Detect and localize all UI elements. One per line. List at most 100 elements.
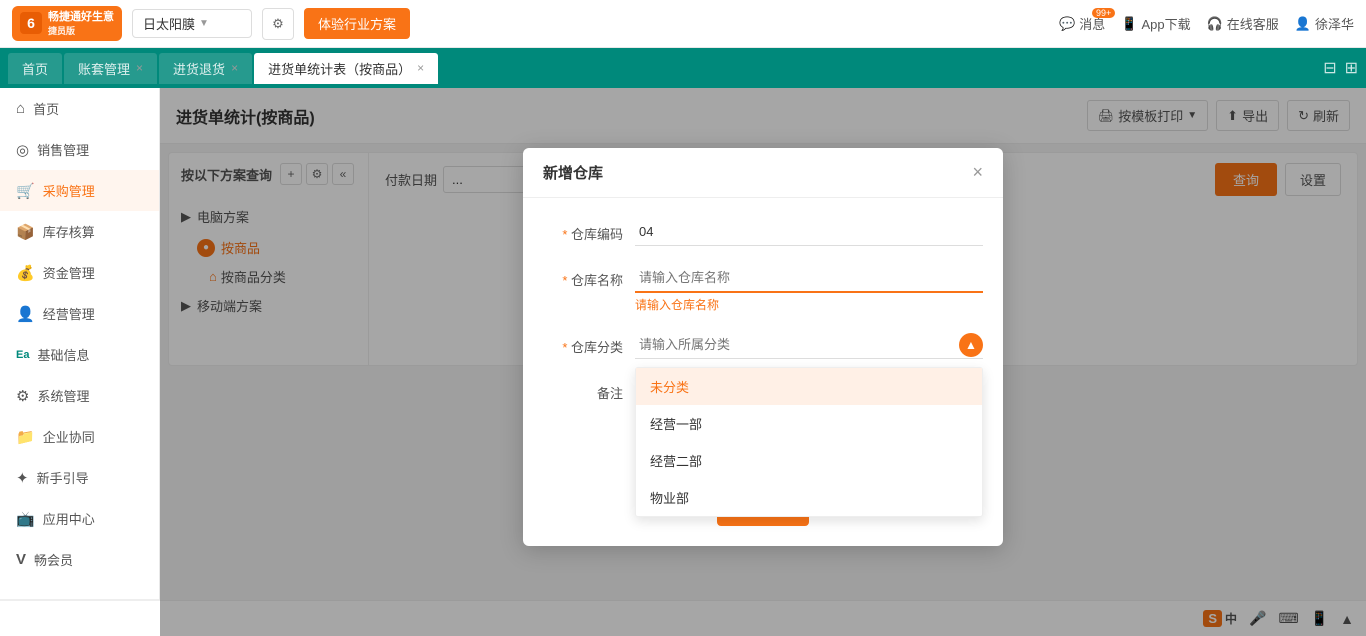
top-bar-right: 💬 消息 99+ 📱 App下载 🎧 在线客服 👤 徐泽华 — [1059, 14, 1354, 33]
dialog-body: 仓库编码 仓库名称 请输入仓库名称 — [523, 198, 1003, 478]
content-area: 进货单统计(按商品) 🖨 按模板打印 ▼ ⬆ 导出 ↻ 刷新 — [160, 88, 1366, 636]
sidebar-item-home-label: 首页 — [33, 99, 59, 118]
basic-icon: Ea — [16, 349, 29, 361]
warehouse-category-row: 仓库分类 ▲ 未分类 经营一部 经营二部 物业部 — [543, 331, 983, 359]
gear-button[interactable]: ⚙ — [262, 8, 294, 40]
sidebar-item-finance[interactable]: 💰 资金管理 — [0, 252, 159, 293]
user-area[interactable]: 👤 徐泽华 — [1295, 14, 1354, 33]
category-dropdown-icon[interactable]: ▲ — [959, 333, 983, 357]
sidebar-item-basic-label: 基础信息 — [37, 345, 89, 364]
tab-accounts-label: 账套管理 — [78, 59, 130, 78]
warehouse-category-label: 仓库分类 — [543, 331, 623, 356]
tab-purchase-stats-label: 进货单统计表（按商品） — [268, 59, 411, 78]
tab-purchase-stats[interactable]: 进货单统计表（按商品） × — [254, 53, 438, 84]
sales-icon: ◎ — [16, 141, 29, 159]
tab-accounts-close-icon[interactable]: × — [136, 61, 143, 75]
inventory-icon: 📦 — [16, 223, 35, 241]
logo: 6 畅捷通好生意 捷员版 — [12, 6, 122, 41]
dialog-title: 新增仓库 — [543, 162, 603, 183]
warehouse-category-input[interactable] — [635, 331, 983, 359]
modal-overlay: 新增仓库 × 仓库编码 仓库名称 — [160, 88, 1366, 636]
sidebar: ⌂ 首页 ◎ 销售管理 🛒 采购管理 📦 库存核算 💰 资金管理 👤 经营管理 … — [0, 88, 160, 636]
system-icon: ⚙ — [16, 387, 29, 405]
sidebar-item-appcenter[interactable]: 📺 应用中心 — [0, 498, 159, 539]
trial-button[interactable]: 体验行业方案 — [304, 8, 410, 39]
warehouse-name-label: 仓库名称 — [543, 264, 623, 289]
notification-badge: 99+ — [1092, 8, 1115, 18]
warehouse-name-row: 仓库名称 请输入仓库名称 — [543, 264, 983, 313]
operations-icon: 👤 — [16, 305, 35, 323]
tab-purchase-return-close-icon[interactable]: × — [231, 61, 238, 75]
warehouse-name-input[interactable] — [635, 264, 983, 293]
sidebar-item-guide-label: 新手引导 — [37, 468, 89, 487]
sidebar-item-purchase-label: 采购管理 — [43, 181, 95, 200]
sidebar-item-operations[interactable]: 👤 经营管理 — [0, 293, 159, 334]
tab-purchase-stats-close-icon[interactable]: × — [417, 61, 424, 75]
chevron-down-icon: ▼ — [199, 18, 209, 29]
finance-icon: 💰 — [16, 264, 35, 282]
bell-icon: 💬 — [1059, 16, 1075, 32]
warehouse-note-label: 备注 — [543, 377, 623, 402]
warehouse-code-input[interactable] — [635, 218, 983, 246]
app-download-label: App下载 — [1141, 14, 1190, 33]
warehouse-code-row: 仓库编码 — [543, 218, 983, 246]
warehouse-code-wrap — [635, 218, 983, 246]
sidebar-item-vip-label: 畅会员 — [34, 550, 73, 569]
logo-sub: 捷员版 — [48, 24, 114, 37]
warehouse-name-wrap: 请输入仓库名称 — [635, 264, 983, 313]
purchase-icon: 🛒 — [16, 182, 35, 200]
dropdown-item-ops1[interactable]: 经营一部 — [636, 405, 982, 442]
sidebar-item-inventory[interactable]: 📦 库存核算 — [0, 211, 159, 252]
user-name: 徐泽华 — [1315, 14, 1354, 33]
sidebar-item-operations-label: 经营管理 — [43, 304, 95, 323]
online-service-label: 在线客服 — [1227, 14, 1279, 33]
logo-icon: 6 — [20, 12, 42, 34]
sidebar-item-guide[interactable]: ✦ 新手引导 — [0, 457, 159, 498]
main-layout: ⌂ 首页 ◎ 销售管理 🛒 采购管理 📦 库存核算 💰 资金管理 👤 经营管理 … — [0, 88, 1366, 636]
sidebar-item-finance-label: 资金管理 — [43, 263, 95, 282]
sidebar-item-system-label: 系统管理 — [37, 386, 89, 405]
dropdown-item-none[interactable]: 未分类 — [636, 368, 982, 405]
tab-bar: 首页 账套管理 × 进货退货 × 进货单统计表（按商品） × ⊟ ⊞ — [0, 48, 1366, 88]
sidebar-item-inventory-label: 库存核算 — [43, 222, 95, 241]
warehouse-code-label: 仓库编码 — [543, 218, 623, 243]
warehouse-category-wrap: ▲ 未分类 经营一部 经营二部 物业部 — [635, 331, 983, 359]
tab-maximize-icon[interactable]: ⊞ — [1345, 58, 1358, 78]
mobile-icon: 📱 — [1121, 16, 1137, 32]
tab-purchase-return[interactable]: 进货退货 × — [159, 53, 252, 84]
sidebar-item-enterprise[interactable]: 📁 企业协同 — [0, 416, 159, 457]
sidebar-item-appcenter-label: 应用中心 — [43, 509, 95, 528]
guide-icon: ✦ — [16, 469, 29, 487]
sidebar-item-home[interactable]: ⌂ 首页 — [0, 88, 159, 129]
enterprise-icon: 📁 — [16, 428, 35, 446]
app-download[interactable]: 📱 App下载 — [1121, 14, 1190, 33]
appcenter-icon: 📺 — [16, 510, 35, 528]
logo-name: 畅捷通好生意 — [48, 10, 114, 24]
notification-area[interactable]: 💬 消息 99+ — [1059, 14, 1105, 33]
warehouse-name-error: 请输入仓库名称 — [635, 296, 983, 313]
tab-bar-end: ⊟ ⊞ — [1323, 58, 1358, 78]
store-selector[interactable]: 日太阳膜 ▼ — [132, 9, 252, 38]
sidebar-item-sales-label: 销售管理 — [37, 140, 89, 159]
sidebar-item-vip[interactable]: V 畅会员 — [0, 539, 159, 580]
sidebar-item-system[interactable]: ⚙ 系统管理 — [0, 375, 159, 416]
tab-home[interactable]: 首页 — [8, 53, 62, 84]
tab-minimize-icon[interactable]: ⊟ — [1323, 58, 1336, 78]
sidebar-item-sales[interactable]: ◎ 销售管理 — [0, 129, 159, 170]
store-name: 日太阳膜 — [143, 14, 195, 33]
sidebar-item-enterprise-label: 企业协同 — [43, 427, 95, 446]
category-dropdown-menu: 未分类 经营一部 经营二部 物业部 — [635, 367, 983, 517]
sidebar-item-basic[interactable]: Ea 基础信息 — [0, 334, 159, 375]
vip-icon: V — [16, 551, 26, 568]
dropdown-item-property[interactable]: 物业部 — [636, 479, 982, 516]
new-warehouse-dialog: 新增仓库 × 仓库编码 仓库名称 — [523, 148, 1003, 546]
tab-accounts[interactable]: 账套管理 × — [64, 53, 157, 84]
user-icon: 👤 — [1295, 16, 1311, 32]
sidebar-item-purchase[interactable]: 🛒 采购管理 — [0, 170, 159, 211]
tab-purchase-return-label: 进货退货 — [173, 59, 225, 78]
dialog-close-icon[interactable]: × — [972, 162, 983, 183]
dropdown-item-ops2[interactable]: 经营二部 — [636, 442, 982, 479]
top-bar: 6 畅捷通好生意 捷员版 日太阳膜 ▼ ⚙ 体验行业方案 💬 消息 99+ 📱 … — [0, 0, 1366, 48]
online-service[interactable]: 🎧 在线客服 — [1207, 14, 1279, 33]
dialog-header: 新增仓库 × — [523, 148, 1003, 198]
